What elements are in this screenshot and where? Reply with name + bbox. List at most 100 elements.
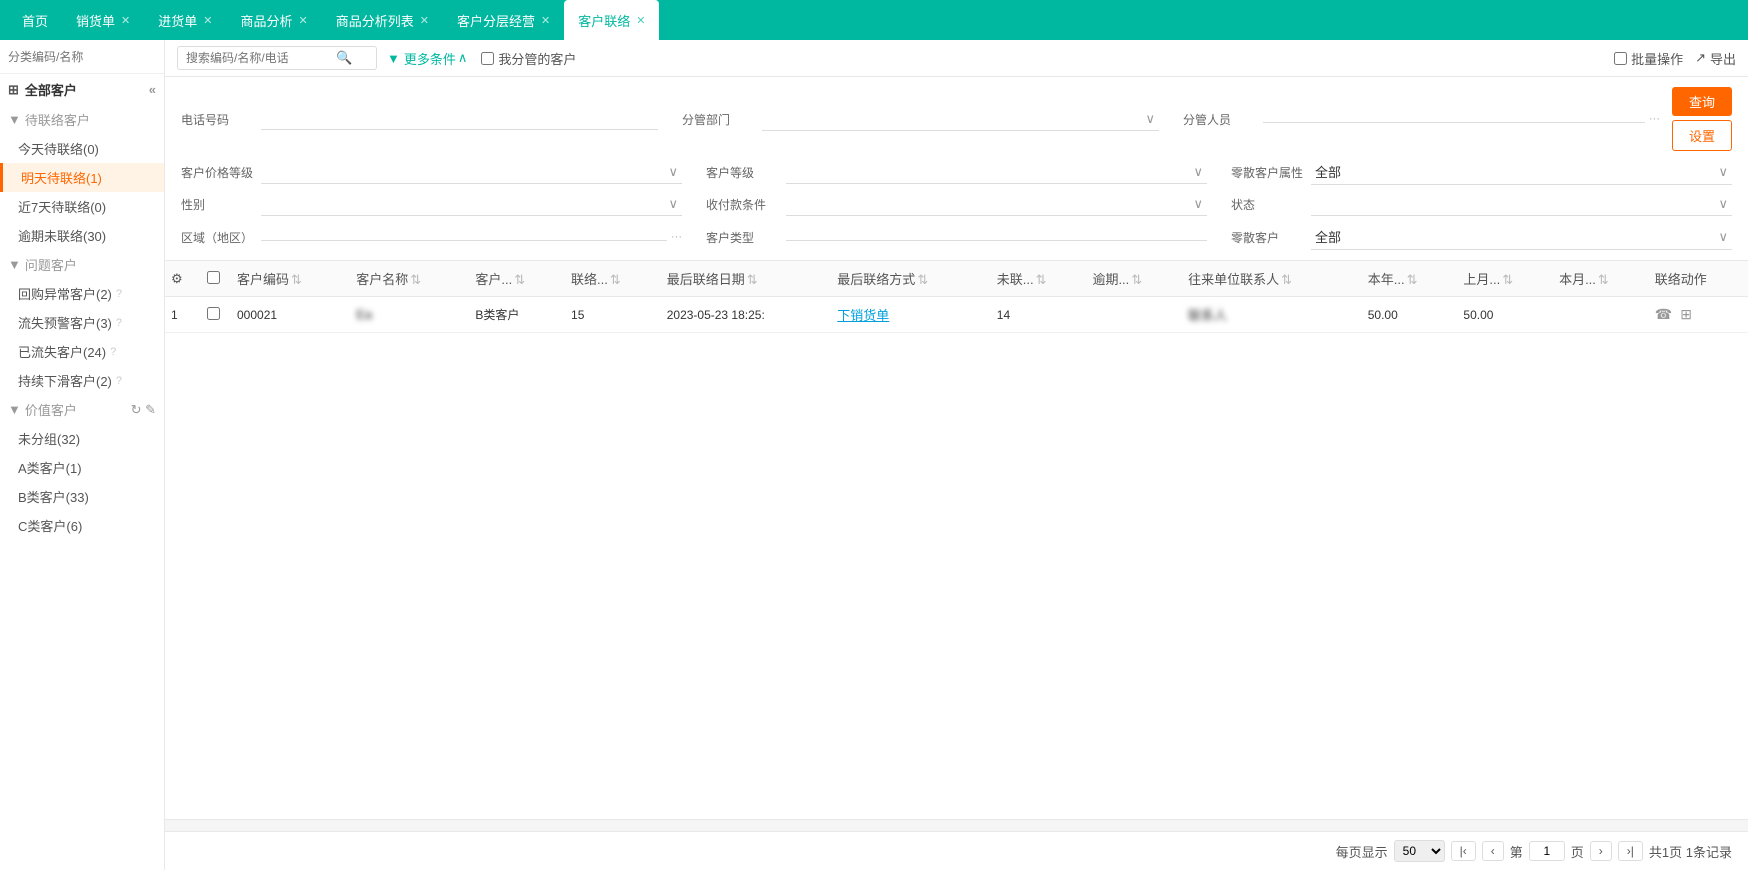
- sidebar-search-input[interactable]: [8, 50, 163, 64]
- close-analysis-icon[interactable]: ✕: [299, 14, 308, 27]
- sidebar-item-c-class[interactable]: C类客户(6): [0, 511, 164, 540]
- close-customer-contact-icon[interactable]: ✕: [636, 14, 645, 27]
- cell-num: 1: [165, 297, 201, 333]
- scrollbar-area: [165, 819, 1748, 831]
- sidebar-item-churned[interactable]: 已流失客户(24) ?: [0, 337, 164, 366]
- pending-group-title[interactable]: ▼ 待联络客户: [0, 105, 164, 134]
- th-last-month: 上月...⇅: [1457, 261, 1553, 297]
- status-select[interactable]: ∨: [1311, 193, 1732, 216]
- problem-group-title[interactable]: ▼ 问题客户: [0, 250, 164, 279]
- close-sales-icon[interactable]: ✕: [121, 14, 130, 27]
- retail-attr-select[interactable]: 全部 ∨: [1311, 159, 1732, 185]
- nav-customer-layer[interactable]: 客户分层经营 ✕: [443, 0, 564, 40]
- batch-operation-button[interactable]: 批量操作: [1614, 49, 1683, 68]
- cell-check: [201, 297, 231, 333]
- batch-checkbox[interactable]: [1614, 52, 1627, 65]
- sort-overdue-icon[interactable]: ⇅: [1131, 272, 1142, 287]
- th-this-month: 本月...⇅: [1553, 261, 1649, 297]
- row-checkbox[interactable]: [207, 307, 220, 320]
- last-page-button[interactable]: ›|: [1618, 841, 1643, 861]
- customer-type-select[interactable]: [786, 234, 1207, 241]
- cell-action: ☎ ⊞: [1649, 297, 1748, 333]
- per-page-select[interactable]: 50 100 200: [1394, 840, 1445, 862]
- sort-date-icon[interactable]: ⇅: [747, 272, 758, 287]
- sidebar-item-declining[interactable]: 持续下滑客户(2) ?: [0, 366, 164, 395]
- help-churned-icon[interactable]: ?: [110, 346, 116, 358]
- close-analysis-list-icon[interactable]: ✕: [420, 14, 429, 27]
- value-group-title[interactable]: ▼ 价值客户 ↻ ✎: [0, 395, 164, 424]
- help-churn-warning-icon[interactable]: ?: [116, 317, 122, 329]
- sidebar-item-tomorrow[interactable]: 明天待联络(1): [0, 163, 164, 192]
- filter-row-3: 性别 ∨ 收付款条件 ∨ 状态 ∨: [181, 193, 1732, 216]
- sort-year-icon[interactable]: ⇅: [1407, 272, 1418, 287]
- close-customer-layer-icon[interactable]: ✕: [541, 14, 550, 27]
- sort-thismonth-icon[interactable]: ⇅: [1598, 272, 1609, 287]
- toolbar-search-icon[interactable]: 🔍: [336, 50, 352, 66]
- sidebar: 🔍 ⊞ 全部客户 « ▼ 待联络客户 今天待联络(0) 明天待联络(1) 近7天…: [0, 40, 165, 870]
- sidebar-item-7days[interactable]: 近7天待联络(0): [0, 192, 164, 221]
- query-button[interactable]: 查询: [1672, 87, 1732, 116]
- set-button[interactable]: 设置: [1672, 120, 1732, 151]
- sort-contact-icon[interactable]: ⇅: [610, 272, 621, 287]
- nav-sales[interactable]: 销货单 ✕: [62, 0, 144, 40]
- action-phone-icon[interactable]: ☎: [1655, 306, 1672, 323]
- price-level-select[interactable]: ∨: [261, 161, 682, 184]
- my-customers-checkbox-label[interactable]: 我分管的客户: [481, 49, 576, 68]
- sidebar-item-ungrouped[interactable]: 未分组(32): [0, 424, 164, 453]
- sort-code-icon[interactable]: ⇅: [291, 272, 302, 287]
- manager-field: 分管人员 ···: [1183, 111, 1660, 128]
- manager-dots-icon[interactable]: ···: [1649, 113, 1660, 125]
- phone-input[interactable]: [261, 109, 658, 130]
- customer-level-select[interactable]: ∨: [786, 161, 1207, 184]
- search-input[interactable]: [186, 51, 336, 65]
- sidebar-item-today[interactable]: 今天待联络(0): [0, 134, 164, 163]
- sidebar-item-a-class[interactable]: A类客户(1): [0, 453, 164, 482]
- nav-purchase[interactable]: 进货单 ✕: [144, 0, 226, 40]
- area-select[interactable]: [261, 234, 667, 241]
- nav-customer-contact[interactable]: 客户联络 ✕: [564, 0, 659, 40]
- dept-select[interactable]: ∨: [762, 108, 1159, 131]
- first-page-button[interactable]: |‹: [1451, 841, 1476, 861]
- action-grid-icon[interactable]: ⊞: [1680, 306, 1692, 323]
- nav-home[interactable]: 首页: [8, 0, 62, 40]
- prev-page-button[interactable]: ‹: [1482, 841, 1504, 861]
- select-all-checkbox[interactable]: [207, 271, 220, 284]
- filter-more-button[interactable]: ▼ 更多条件 ∧: [387, 49, 467, 68]
- my-customers-checkbox[interactable]: [481, 52, 494, 65]
- toolbar-right: 批量操作 ↗ 导出: [1614, 49, 1736, 68]
- problem-arrow-icon: ▼: [8, 257, 21, 272]
- last-way-link[interactable]: 下销货单: [837, 308, 889, 323]
- all-customers-title[interactable]: ⊞ 全部客户 «: [0, 74, 164, 105]
- next-page-button[interactable]: ›: [1590, 841, 1612, 861]
- th-action: 联络动作: [1649, 261, 1748, 297]
- help-repurchase-icon[interactable]: ?: [116, 288, 122, 300]
- export-button[interactable]: ↗ 导出: [1695, 49, 1736, 68]
- gear-icon[interactable]: ⚙: [171, 271, 183, 286]
- cell-person: 联系人: [1182, 297, 1362, 333]
- help-declining-icon[interactable]: ?: [116, 375, 122, 387]
- retail-attr-chevron-icon: ∨: [1718, 164, 1728, 180]
- sidebar-item-b-class[interactable]: B类客户(33): [0, 482, 164, 511]
- gender-select[interactable]: ∨: [261, 193, 682, 216]
- nav-analysis-list[interactable]: 商品分析列表 ✕: [322, 0, 443, 40]
- sort-person-icon[interactable]: ⇅: [1281, 272, 1292, 287]
- sort-way-icon[interactable]: ⇅: [917, 272, 928, 287]
- sort-uncontact-icon[interactable]: ⇅: [1036, 272, 1047, 287]
- close-purchase-icon[interactable]: ✕: [203, 14, 212, 27]
- th-uncontact: 未联...⇅: [991, 261, 1087, 297]
- sort-lastmonth-icon[interactable]: ⇅: [1502, 272, 1513, 287]
- collapse-icon[interactable]: «: [149, 82, 156, 97]
- sort-name-icon[interactable]: ⇅: [410, 272, 421, 287]
- page-input[interactable]: [1529, 841, 1565, 861]
- sidebar-item-overdue[interactable]: 逾期未联络(30): [0, 221, 164, 250]
- nav-analysis[interactable]: 商品分析 ✕: [226, 0, 321, 40]
- payment-select[interactable]: ∨: [786, 193, 1207, 216]
- top-nav: 首页 销货单 ✕ 进货单 ✕ 商品分析 ✕ 商品分析列表 ✕ 客户分层经营 ✕ …: [0, 0, 1748, 40]
- sidebar-item-churn-warning[interactable]: 流失预警客户(3) ?: [0, 308, 164, 337]
- value-group-icons[interactable]: ↻ ✎: [131, 402, 156, 418]
- retail-customer-select[interactable]: 全部 ∨: [1311, 224, 1732, 250]
- manager-select[interactable]: [1263, 116, 1645, 123]
- sidebar-item-repurchase[interactable]: 回购异常客户(2) ?: [0, 279, 164, 308]
- area-dots-icon[interactable]: ···: [671, 231, 682, 243]
- sort-type-icon[interactable]: ⇅: [514, 272, 525, 287]
